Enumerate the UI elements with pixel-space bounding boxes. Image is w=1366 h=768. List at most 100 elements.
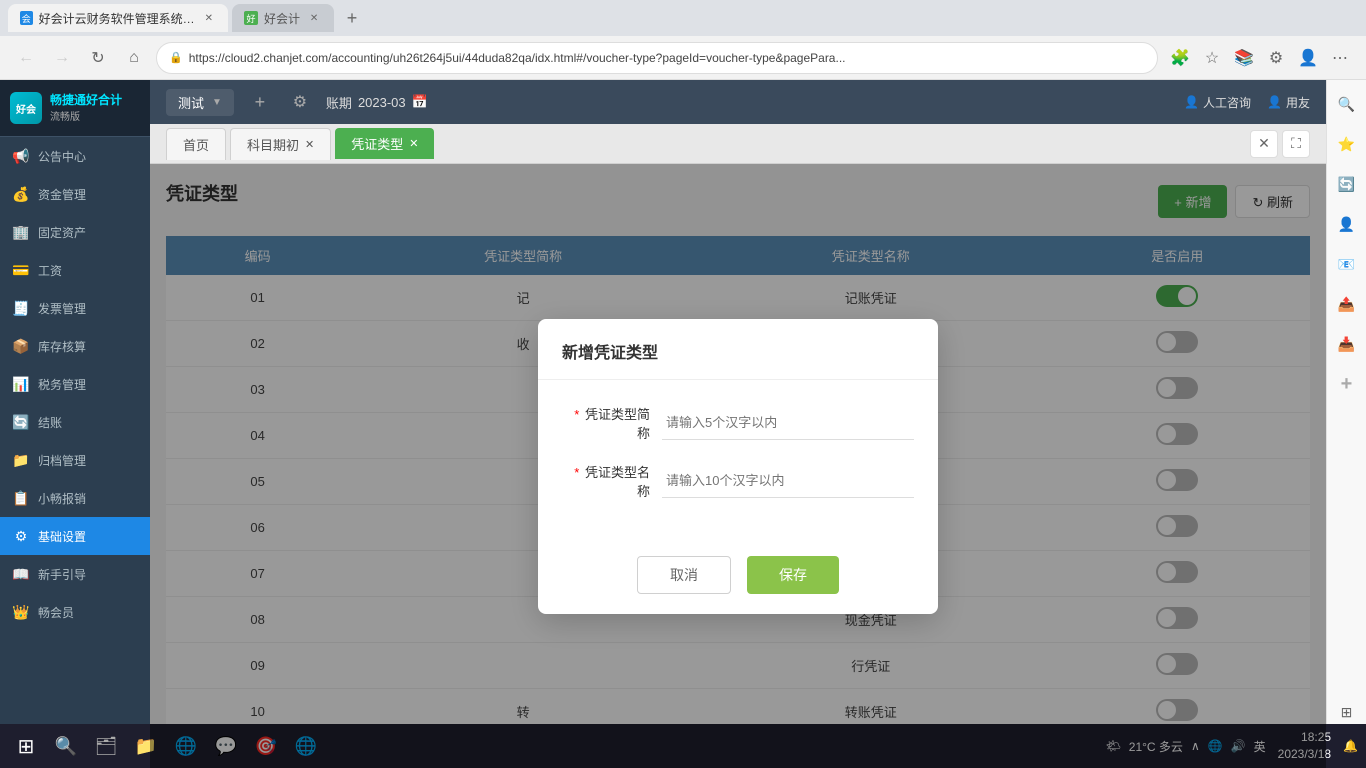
tab-voucher-type-label: 凭证类型 [351,134,403,153]
taskbar-taskview[interactable]: 🗂 [88,728,124,764]
tab-close-window[interactable]: ✕ [1250,130,1278,158]
sidebar-item-archive[interactable]: 📁 归档管理 [0,441,150,479]
sidebar-label-inventory: 库存核算 [38,338,86,355]
settings-button[interactable]: ⚙ [1262,44,1290,72]
cancel-button[interactable]: 取消 [637,556,731,594]
org-selector[interactable]: 测试 ▼ [166,89,234,116]
right-panel-search[interactable]: 🔍 [1331,88,1363,120]
input-name[interactable] [662,464,914,498]
right-panel-outlook[interactable]: 📧 [1331,248,1363,280]
tab-home-label: 首页 [183,135,209,154]
sidebar-item-tax[interactable]: 📊 税务管理 [0,365,150,403]
tab-favicon-2: 好 [244,11,258,25]
profile-button[interactable]: 👤 [1294,44,1322,72]
sidebar-item-funds[interactable]: 💰 资金管理 [0,175,150,213]
right-panel-download[interactable]: 📥 [1331,328,1363,360]
label-text-abbr: 凭证类型简称 [585,407,650,441]
invoices-icon: 🧾 [12,299,30,317]
tax-icon: 📊 [12,375,30,393]
sidebar-label-settings: 基础设置 [38,528,86,545]
tab-close-2[interactable]: ✕ [306,10,322,26]
tab-maximize-window[interactable]: ⛶ [1282,130,1310,158]
period-info: 账期 2023-03 📅 [326,93,428,112]
tab-favicon-1: 会 [20,11,33,25]
user-button[interactable]: 👤 用友 [1267,94,1310,111]
settlement-icon: 🔄 [12,413,30,431]
more-button[interactable]: ⋯ [1326,44,1354,72]
right-panel-share[interactable]: 📤 [1331,288,1363,320]
right-panel-sync[interactable]: 🔄 [1331,168,1363,200]
start-icon: ⊞ [18,734,35,759]
guide-icon: 📖 [12,565,30,583]
tab-subject[interactable]: 科目期初 ✕ [230,128,331,160]
browser-actions: 🧩 ☆ 📚 ⚙ 👤 ⋯ [1166,44,1354,72]
home-button[interactable]: ⌂ [120,44,148,72]
sidebar-label-announcements: 公告中心 [38,148,86,165]
taskbar-search[interactable]: 🔍 [48,728,84,764]
label-text-name: 凭证类型名称 [585,465,650,499]
sidebar-item-settings[interactable]: ⚙ 基础设置 [0,517,150,555]
browser-tab-1[interactable]: 会 好会计云财务软件管理系统_会计 ✕ [8,4,228,32]
sidebar-item-guide[interactable]: 📖 新手引导 [0,555,150,593]
add-org-button[interactable]: + [246,88,274,116]
required-star-abbr: * [574,407,579,422]
period-label: 账期 [326,93,352,112]
sidebar-item-salary[interactable]: 💳 工资 [0,251,150,289]
logo-badge: 流畅版 [50,108,122,123]
collections-button[interactable]: 📚 [1230,44,1258,72]
back-button[interactable]: ← [12,44,40,72]
start-button[interactable]: ⊞ [8,728,44,764]
sidebar-item-settlement[interactable]: 🔄 结账 [0,403,150,441]
form-row-abbr: * 凭证类型简称 [562,404,914,442]
url-bar[interactable]: 🔒 https://cloud2.chanjet.com/accounting/… [156,42,1158,74]
user-label: 用友 [1286,94,1310,111]
modal-body: * 凭证类型简称 * 凭证类型名称 [538,380,938,544]
settings-icon: ⚙ [12,527,30,545]
forward-button[interactable]: → [48,44,76,72]
sidebar-item-invoices[interactable]: 🧾 发票管理 [0,289,150,327]
help-button[interactable]: 👤 人工咨询 [1184,94,1251,111]
modal-footer: 取消 保存 [538,544,938,614]
browser-tab-2[interactable]: 好 好会计 ✕ [232,4,334,32]
logo-name: 畅捷通好合计 [50,93,122,109]
modal-title: 新增凭证类型 [538,319,938,380]
modal-overlay: 新增凭证类型 * 凭证类型简称 * 凭证类型名称 [150,164,1326,768]
period-value: 2023-03 [358,95,406,110]
sidebar-item-member[interactable]: 👑 畅会员 [0,593,150,631]
header-settings-button[interactable]: ⚙ [286,88,314,116]
sidebar-item-fixed-assets[interactable]: 🏢 固定资产 [0,213,150,251]
right-panel: 🔍 ⭐ 🔄 👤 📧 📤 📥 + ⊞ ⚙ [1326,80,1366,768]
user-avatar: 👤 [1267,95,1282,109]
tab-voucher-type[interactable]: 凭证类型 ✕ [335,128,434,159]
sidebar-item-expense[interactable]: 📋 小畅报销 [0,479,150,517]
logo-icon: 好会 [10,92,42,124]
right-panel-user[interactable]: 👤 [1331,208,1363,240]
notification-icon[interactable]: 🔔 [1343,739,1358,753]
save-button[interactable]: 保存 [747,556,839,594]
sidebar-label-archive: 归档管理 [38,452,86,469]
input-abbr[interactable] [662,406,914,440]
app-shell: 好会 畅捷通好合计 流畅版 📢 公告中心 💰 资金管理 🏢 固定资产 💳 工资 … [0,80,1366,768]
sidebar-label-fixed-assets: 固定资产 [38,224,86,241]
tab-home[interactable]: 首页 [166,128,226,160]
new-tab-button[interactable]: + [338,4,366,32]
help-label: 人工咨询 [1203,94,1251,111]
tab-close-1[interactable]: ✕ [202,10,216,26]
extensions-button[interactable]: 🧩 [1166,44,1194,72]
reload-button[interactable]: ↻ [84,44,112,72]
url-text: https://cloud2.chanjet.com/accounting/uh… [189,51,1145,65]
favorites-button[interactable]: ☆ [1198,44,1226,72]
right-panel-star[interactable]: ⭐ [1331,128,1363,160]
tab-voucher-type-close[interactable]: ✕ [409,137,418,150]
sidebar-item-inventory[interactable]: 📦 库存核算 [0,327,150,365]
right-panel-add[interactable]: + [1331,368,1363,400]
calendar-icon: 📅 [412,94,428,110]
funds-icon: 💰 [12,185,30,203]
page-tabs: 首页 科目期初 ✕ 凭证类型 ✕ ✕ ⛶ [150,124,1326,164]
tab-subject-close[interactable]: ✕ [305,138,314,151]
org-chevron-icon: ▼ [212,97,222,108]
sidebar-item-announcements[interactable]: 📢 公告中心 [0,137,150,175]
tab-title-1: 好会计云财务软件管理系统_会计 [39,10,196,27]
archive-icon: 📁 [12,451,30,469]
logo-text-group: 畅捷通好合计 流畅版 [50,93,122,124]
